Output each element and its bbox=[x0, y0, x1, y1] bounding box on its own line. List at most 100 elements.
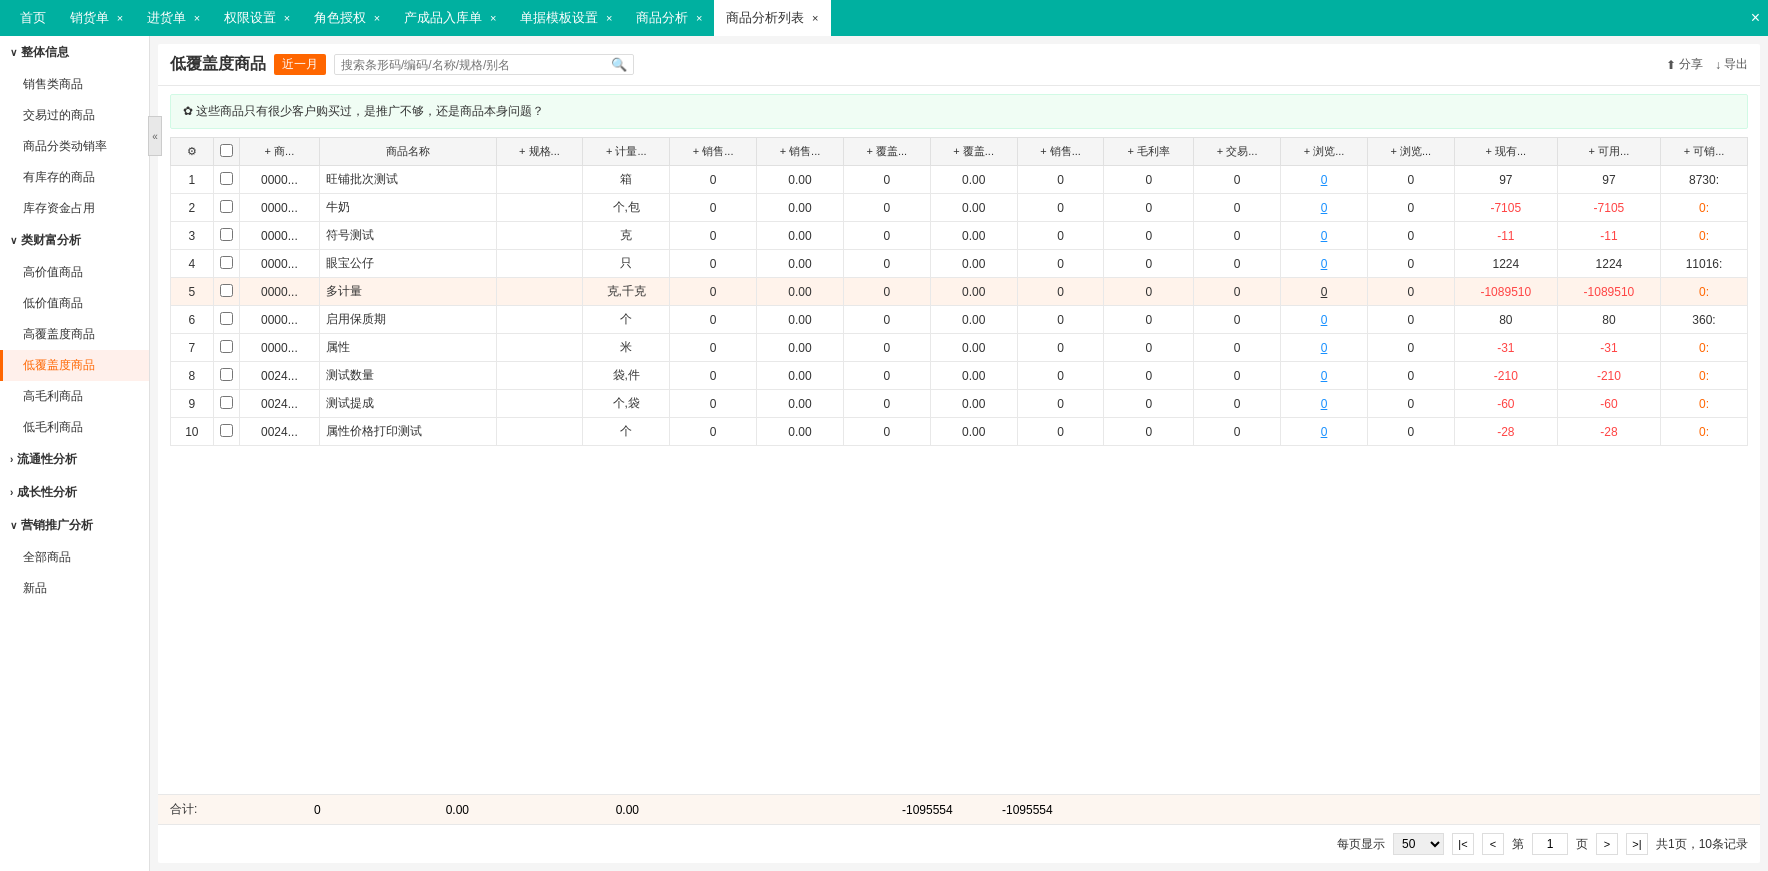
row-checkbox[interactable] bbox=[213, 222, 239, 250]
sidebar-group-growth[interactable]: › 成长性分析 bbox=[0, 476, 149, 509]
nav-role[interactable]: 角色授权 × bbox=[302, 0, 392, 36]
select-all-checkbox[interactable] bbox=[220, 144, 233, 157]
sidebar-item-category-turnover[interactable]: 商品分类动销率 bbox=[0, 131, 149, 162]
row-gross: 0 bbox=[1104, 418, 1194, 446]
nav-template[interactable]: 单据模板设置 × bbox=[508, 0, 624, 36]
sidebar-item-new-goods[interactable]: 新品 bbox=[0, 573, 149, 604]
sidebar-group-liquidity[interactable]: › 流通性分析 bbox=[0, 443, 149, 476]
row-checkbox[interactable] bbox=[213, 166, 239, 194]
last-page-button[interactable]: >| bbox=[1626, 833, 1648, 855]
sidebar-group-marketing[interactable]: ∨ 营销推广分析 bbox=[0, 509, 149, 542]
share-button[interactable]: ⬆ 分享 bbox=[1666, 56, 1703, 73]
nav-close-product-warehouse[interactable]: × bbox=[490, 12, 496, 24]
row-name: 多计量 bbox=[320, 278, 496, 306]
sidebar-collapse-button[interactable]: « bbox=[148, 116, 162, 156]
row-checkbox[interactable] bbox=[213, 278, 239, 306]
row-checkbox[interactable] bbox=[213, 362, 239, 390]
sidebar-item-sales-goods[interactable]: 销售类商品 bbox=[0, 69, 149, 100]
time-filter-button[interactable]: 近一月 bbox=[274, 54, 326, 75]
row-spec bbox=[496, 250, 583, 278]
footer-available: -1095554 bbox=[977, 803, 1077, 817]
sidebar-group-label-liquidity: 流通性分析 bbox=[17, 451, 77, 468]
nav-home[interactable]: 首页 bbox=[8, 0, 58, 36]
row-browse1[interactable]: 0 bbox=[1281, 418, 1368, 446]
nav-close-role[interactable]: × bbox=[374, 12, 380, 24]
row-checkbox[interactable] bbox=[213, 418, 239, 446]
first-page-button[interactable]: |< bbox=[1452, 833, 1474, 855]
row-sales-qty: 0 bbox=[670, 222, 757, 250]
row-trans: 0 bbox=[1194, 334, 1281, 362]
row-sales-qty: 0 bbox=[670, 334, 757, 362]
sidebar-item-low-margin[interactable]: 低毛利商品 bbox=[0, 412, 149, 443]
row-no: 9 bbox=[171, 390, 214, 418]
prev-page-button[interactable]: < bbox=[1482, 833, 1504, 855]
row-saleable: 360: bbox=[1661, 306, 1748, 334]
sidebar-item-low-value[interactable]: 低价值商品 bbox=[0, 288, 149, 319]
row-checkbox[interactable] bbox=[213, 390, 239, 418]
row-browse2: 0 bbox=[1367, 306, 1454, 334]
row-browse1[interactable]: 0 bbox=[1281, 390, 1368, 418]
sidebar-group-label-wealth: 类财富分析 bbox=[21, 232, 81, 249]
nav-product-warehouse[interactable]: 产成品入库单 × bbox=[392, 0, 508, 36]
nav-close-template[interactable]: × bbox=[606, 12, 612, 24]
row-cov1: 0 bbox=[843, 306, 930, 334]
sidebar-item-stock-capital[interactable]: 库存资金占用 bbox=[0, 193, 149, 224]
nav-permission[interactable]: 权限设置 × bbox=[212, 0, 302, 36]
row-checkbox[interactable] bbox=[213, 250, 239, 278]
sidebar-item-all-goods[interactable]: 全部商品 bbox=[0, 542, 149, 573]
nav-analysis[interactable]: 商品分析 × bbox=[624, 0, 714, 36]
row-browse1[interactable]: 0 bbox=[1281, 166, 1368, 194]
row-checkbox[interactable] bbox=[213, 334, 239, 362]
row-spec bbox=[496, 362, 583, 390]
row-browse1[interactable]: 0 bbox=[1281, 194, 1368, 222]
col-checkbox-header[interactable] bbox=[213, 138, 239, 166]
row-browse1[interactable]: 0 bbox=[1281, 334, 1368, 362]
nav-close-analysis-list[interactable]: × bbox=[812, 12, 818, 24]
sidebar-item-low-coverage[interactable]: 低覆盖度商品 bbox=[0, 350, 149, 381]
nav-close-permission[interactable]: × bbox=[284, 12, 290, 24]
col-sales-amt: + 销售... bbox=[757, 138, 844, 166]
next-page-button[interactable]: > bbox=[1596, 833, 1618, 855]
row-browse2: 0 bbox=[1367, 278, 1454, 306]
sidebar-group-wealth[interactable]: ∨ 类财富分析 bbox=[0, 224, 149, 257]
row-sales3: 0 bbox=[1017, 194, 1104, 222]
page-number-input[interactable] bbox=[1532, 833, 1568, 855]
sidebar-item-in-stock[interactable]: 有库存的商品 bbox=[0, 162, 149, 193]
row-browse1[interactable]: 0 bbox=[1281, 222, 1368, 250]
search-input[interactable] bbox=[341, 58, 611, 72]
nav-close-purchase[interactable]: × bbox=[194, 12, 200, 24]
sidebar-item-traded-goods[interactable]: 交易过的商品 bbox=[0, 100, 149, 131]
window-close-button[interactable]: × bbox=[1751, 9, 1760, 27]
row-sales-qty: 0 bbox=[670, 278, 757, 306]
row-browse1[interactable]: 0 bbox=[1281, 362, 1368, 390]
nav-close-sales[interactable]: × bbox=[117, 12, 123, 24]
row-browse1[interactable]: 0 bbox=[1281, 250, 1368, 278]
col-settings[interactable]: ⚙ bbox=[171, 138, 214, 166]
row-sales-qty: 0 bbox=[670, 390, 757, 418]
row-available: 97 bbox=[1557, 166, 1660, 194]
nav-sales[interactable]: 销货单 × bbox=[58, 0, 135, 36]
row-trans: 0 bbox=[1194, 306, 1281, 334]
sidebar-group-overall[interactable]: ∨ 整体信息 bbox=[0, 36, 149, 69]
nav-purchase[interactable]: 进货单 × bbox=[135, 0, 212, 36]
row-browse2: 0 bbox=[1367, 194, 1454, 222]
page-size-select[interactable]: 50 100 200 bbox=[1393, 833, 1444, 855]
row-checkbox[interactable] bbox=[213, 194, 239, 222]
row-checkbox[interactable] bbox=[213, 306, 239, 334]
row-gross: 0 bbox=[1104, 222, 1194, 250]
sidebar-item-high-margin[interactable]: 高毛利商品 bbox=[0, 381, 149, 412]
row-browse1[interactable]: 0 bbox=[1281, 306, 1368, 334]
row-cov2: 0.00 bbox=[930, 334, 1017, 362]
sidebar-group-arrow-liquidity: › bbox=[10, 454, 13, 465]
row-code: 0000... bbox=[239, 166, 319, 194]
table-row: 7 0000... 属性 米 0 0.00 0 0.00 0 0 0 0 0 -… bbox=[171, 334, 1748, 362]
sidebar-item-high-coverage[interactable]: 高覆盖度商品 bbox=[0, 319, 149, 350]
sidebar-item-high-value[interactable]: 高价值商品 bbox=[0, 257, 149, 288]
nav-close-analysis[interactable]: × bbox=[696, 12, 702, 24]
row-cov1: 0 bbox=[843, 418, 930, 446]
export-button[interactable]: ↓ 导出 bbox=[1715, 56, 1748, 73]
total-label: 共1页，10条记录 bbox=[1656, 836, 1748, 853]
nav-analysis-list[interactable]: 商品分析列表 × bbox=[714, 0, 830, 36]
row-browse1[interactable]: 0 bbox=[1281, 278, 1368, 306]
search-icon[interactable]: 🔍 bbox=[611, 57, 627, 72]
